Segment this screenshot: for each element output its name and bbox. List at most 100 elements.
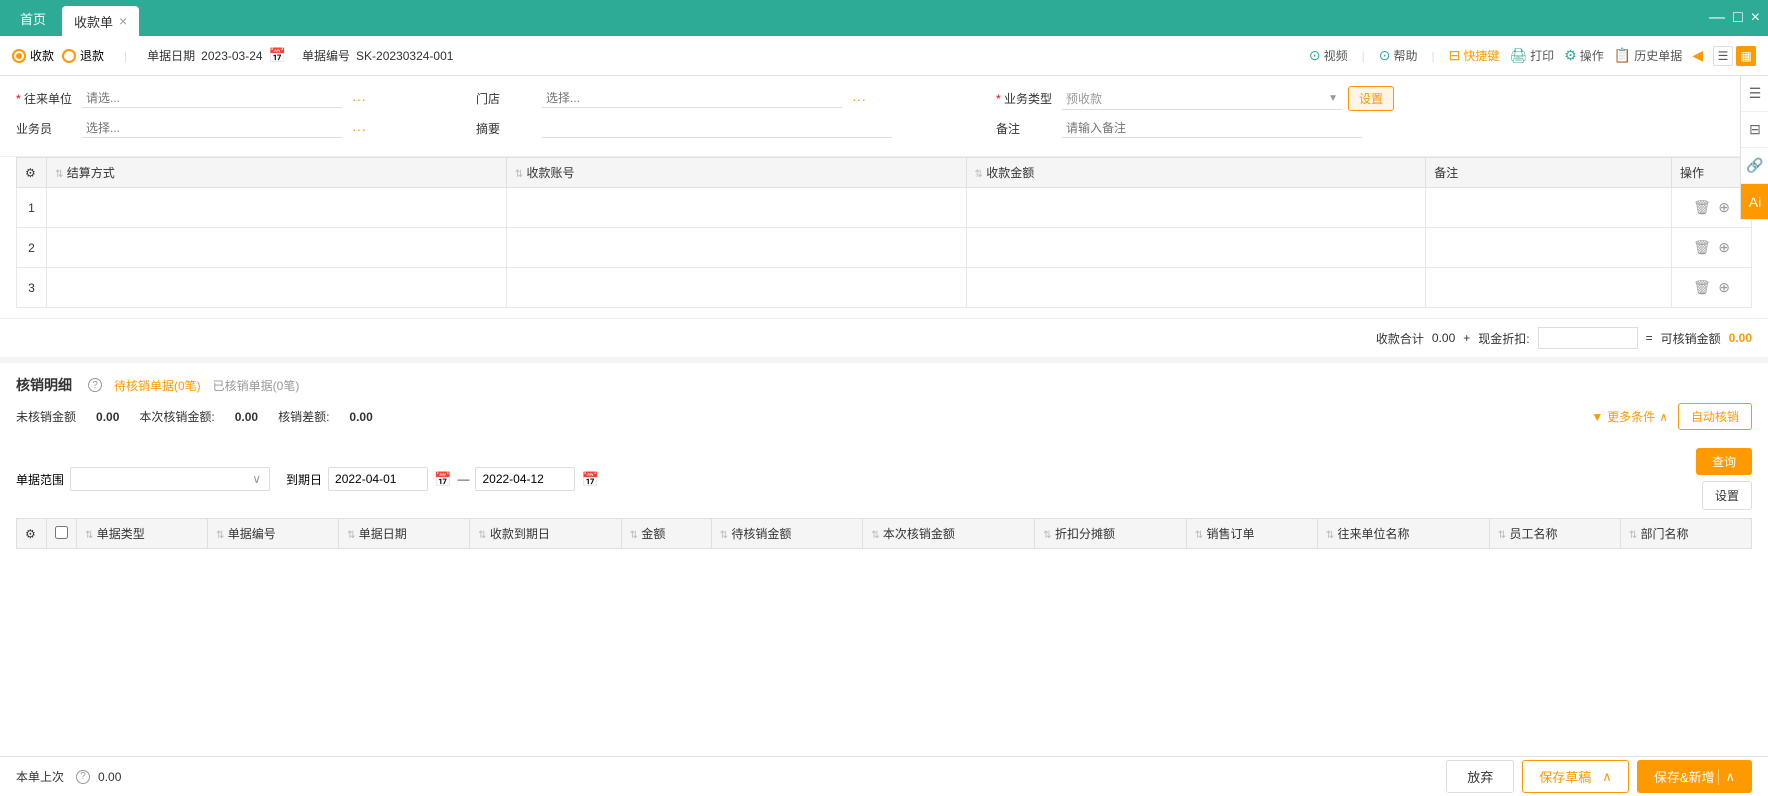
filter-right: 查询 设置	[1696, 448, 1752, 510]
store-dots[interactable]: ···	[852, 91, 866, 107]
biz-type-label: 业务类型	[996, 90, 1056, 107]
settlement-cell[interactable]	[47, 268, 507, 308]
nuclear-stats: 未核销金额 0.00 本次核销金额: 0.00 核销差额: 0.00 ▼ 更多条…	[16, 403, 1752, 430]
salesman-dots[interactable]: ···	[352, 121, 366, 137]
equals-sign: =	[1646, 331, 1653, 345]
delete-icon[interactable]: 🗑	[1693, 239, 1711, 256]
delete-icon[interactable]: 🗑	[1693, 279, 1711, 296]
print-btn[interactable]: 🖨 打印	[1509, 47, 1554, 64]
calendar-from-icon[interactable]: 📅	[434, 471, 451, 488]
range-select[interactable]: ∨	[70, 467, 270, 491]
right-icon-3[interactable]: 🔗	[1741, 148, 1768, 184]
setting-btn2[interactable]: 设置	[1702, 481, 1752, 510]
gear-icon2[interactable]: ⚙	[25, 527, 36, 541]
tab-close-icon[interactable]: ×	[119, 13, 127, 29]
store-input[interactable]	[542, 89, 842, 108]
video-btn[interactable]: ⊙ 视频	[1309, 47, 1348, 64]
right-icon-2[interactable]: ⊟	[1741, 112, 1768, 148]
shortcut-btn[interactable]: ⊟ 快捷键	[1449, 47, 1500, 64]
print-label: 打印	[1530, 47, 1554, 64]
amount-cell[interactable]	[966, 188, 1426, 228]
remark-field: 备注	[996, 119, 1752, 138]
summary-input[interactable]	[542, 119, 892, 138]
tab-pending[interactable]: 待核销单据(0笔)	[114, 377, 201, 394]
tab-bar-left: 首页 收款单 ×	[8, 0, 139, 36]
close-icon[interactable]: ×	[1751, 9, 1760, 27]
radio-shoukuan[interactable]: 收款	[12, 47, 54, 64]
main-content: 往来单位 ··· 门店 ··· 业务类型 预收款 ▼ 设置	[0, 76, 1768, 756]
help-btn[interactable]: ⊙ 帮助	[1379, 47, 1418, 64]
diff-value: 0.00	[349, 410, 372, 424]
prev-icon[interactable]: ◀	[1692, 47, 1703, 64]
salesman-input[interactable]	[82, 119, 342, 138]
minimize-icon[interactable]: —	[1709, 9, 1725, 27]
delete-icon[interactable]: 🗑	[1693, 199, 1711, 216]
due-date-from[interactable]	[328, 467, 428, 491]
operation-btn[interactable]: ⚙ 操作	[1564, 47, 1604, 64]
discount-input[interactable]	[1538, 327, 1638, 349]
settlement-cell[interactable]	[47, 188, 507, 228]
copy-icon[interactable]: ⊕	[1718, 279, 1730, 296]
counterparty-dots[interactable]: ···	[352, 91, 366, 107]
amount-cell[interactable]	[966, 228, 1426, 268]
settings-button[interactable]: 设置	[1348, 86, 1394, 111]
right-icon-1[interactable]: ☰	[1741, 76, 1768, 112]
history-btn[interactable]: 📋 历史单据	[1614, 47, 1682, 64]
gear-col[interactable]: ⚙	[17, 158, 47, 188]
remark-cell[interactable]	[1426, 188, 1672, 228]
save-new-arrow[interactable]: ∧	[1718, 769, 1735, 785]
biz-type-select[interactable]: 预收款 ▼	[1062, 88, 1342, 110]
settlement-cell[interactable]	[47, 228, 507, 268]
nuclear-info-icon[interactable]: ?	[88, 378, 102, 392]
more-conditions-btn[interactable]: ▼ 更多条件 ∧	[1591, 408, 1668, 425]
tab-active[interactable]: 收款单 ×	[62, 6, 139, 36]
maximize-icon[interactable]: □	[1733, 9, 1743, 27]
this-up-info-icon[interactable]: ?	[76, 770, 90, 784]
layout-grid-icon[interactable]: ▦	[1736, 46, 1756, 66]
calendar-icon[interactable]: 📅	[269, 47, 286, 64]
save-draft-arrow[interactable]: ∧	[1595, 769, 1612, 785]
tab-done[interactable]: 已核销单据(0笔)	[213, 377, 300, 394]
counterparty-label: 往来单位	[16, 90, 76, 107]
tab-home[interactable]: 首页	[8, 0, 58, 36]
account-cell[interactable]	[506, 228, 966, 268]
range-field: 单据范围 ∨	[16, 467, 270, 491]
account-cell[interactable]	[506, 268, 966, 308]
discard-btn[interactable]: 放弃	[1446, 760, 1514, 793]
divider1: |	[124, 49, 127, 63]
date-dash: —	[457, 472, 469, 486]
bottom-table: ⚙ ⇅ 单据类型⇅ 单据编号⇅ 单据日期⇅ 收款到期日⇅ 金额⇅ 待核销金额⇅ …	[16, 518, 1752, 549]
calendar-to-icon[interactable]: 📅	[581, 471, 598, 488]
copy-icon[interactable]: ⊕	[1718, 239, 1730, 256]
counterparty-field: 往来单位 ···	[16, 89, 436, 108]
remark-cell[interactable]	[1426, 268, 1672, 308]
query-btn[interactable]: 查询	[1696, 448, 1752, 475]
radio-tuikuan[interactable]: 退款	[62, 47, 104, 64]
due-date-to[interactable]	[475, 467, 575, 491]
remark-cell[interactable]	[1426, 228, 1672, 268]
copy-icon[interactable]: ⊕	[1718, 199, 1730, 216]
due-label: 到期日	[286, 471, 322, 488]
save-draft-label: 保存草稿	[1539, 767, 1591, 786]
bottom-col: ⇅ 本次核销金额	[863, 519, 1035, 549]
save-new-btn[interactable]: 保存&新增 ∧	[1637, 760, 1752, 793]
filter-row: 单据范围 ∨ 到期日 📅 — 📅 查询 设置	[16, 440, 1752, 518]
auto-verify-btn[interactable]: 自动核销	[1678, 403, 1752, 430]
amount-cell[interactable]	[966, 268, 1426, 308]
data-table: ⚙ ⇅ 结算方式 ⇅ 收款账号 ⇅ 收款金额 备注 操作 1 🗑 ⊕ 2	[16, 157, 1752, 308]
counterparty-input[interactable]	[82, 89, 342, 108]
right-icon-ai[interactable]: Ai	[1741, 184, 1768, 220]
radio-group: 收款 退款	[12, 47, 104, 64]
filter-icon: ▼	[1591, 410, 1603, 424]
save-draft-btn[interactable]: 保存草稿 ∧	[1522, 760, 1629, 793]
remark-input[interactable]	[1062, 119, 1362, 138]
select-all-check[interactable]	[55, 526, 68, 539]
this-verify-value: 0.00	[235, 410, 258, 424]
check-col	[47, 519, 77, 549]
layout-list-icon[interactable]: ☰	[1713, 46, 1733, 66]
salesman-label: 业务员	[16, 120, 76, 137]
this-up-value: 0.00	[98, 770, 121, 784]
bottom-col: ⇅ 收款到期日	[470, 519, 622, 549]
account-cell[interactable]	[506, 188, 966, 228]
gear-icon[interactable]: ⚙	[25, 166, 36, 180]
